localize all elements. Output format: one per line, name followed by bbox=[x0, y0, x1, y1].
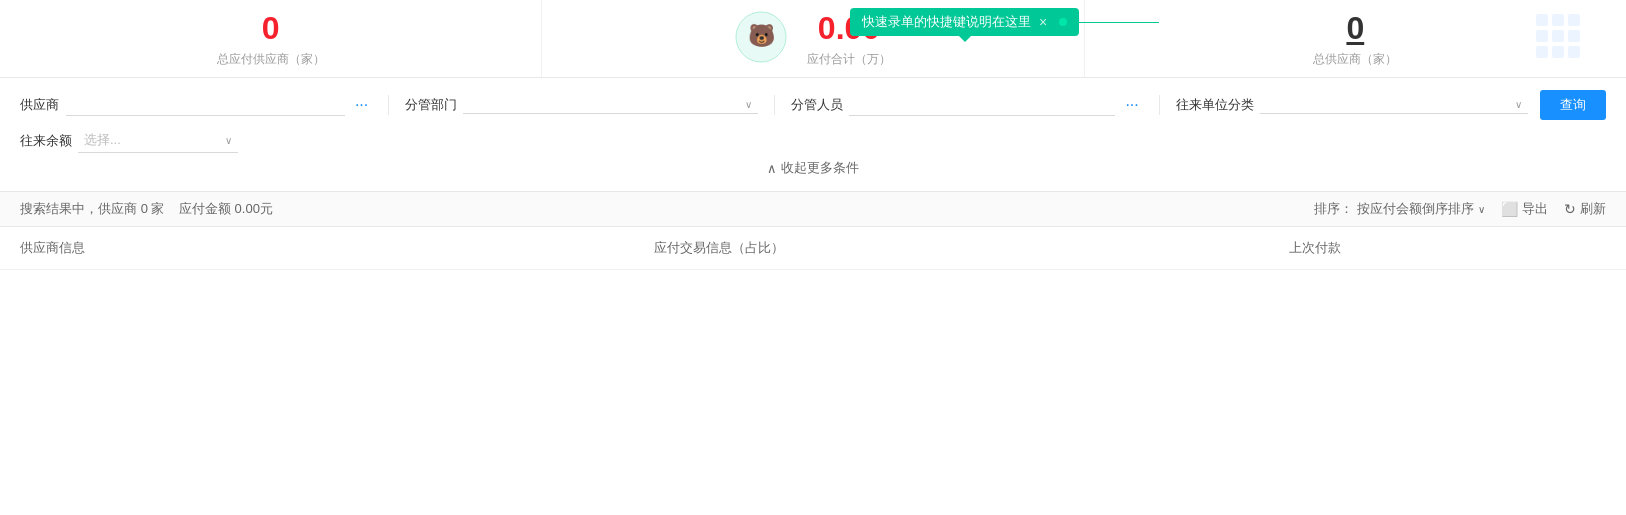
svg-rect-10 bbox=[1568, 46, 1580, 58]
svg-rect-5 bbox=[1536, 30, 1548, 42]
stat-total-suppliers-number: 0 bbox=[1346, 9, 1364, 47]
svg-rect-4 bbox=[1568, 14, 1580, 26]
stat-total-suppliers-label: 总供应商（家） bbox=[1313, 51, 1397, 68]
filter-row-2: 往来余额 选择... ∨ bbox=[20, 128, 1606, 153]
balance-arrow: ∨ bbox=[225, 135, 232, 146]
table-col-last-payment: 上次付款 bbox=[1289, 239, 1606, 257]
table-col-transaction-info: 应付交易信息（占比） bbox=[654, 239, 1288, 257]
stat-payable-label: 总应付供应商（家） bbox=[217, 51, 325, 68]
refresh-icon: ↻ bbox=[1564, 201, 1576, 217]
collapse-icon: ∧ bbox=[767, 161, 777, 176]
table-col-supplier-info: 供应商信息 bbox=[20, 239, 654, 257]
filter-balance: 往来余额 选择... ∨ bbox=[20, 128, 238, 153]
tooltip-line bbox=[1079, 22, 1159, 23]
manager-dots-button[interactable]: ··· bbox=[1121, 96, 1142, 114]
results-supplier-count: 0 bbox=[141, 201, 148, 216]
results-prefix: 搜索结果中，供应商 bbox=[20, 201, 137, 216]
tooltip-close-button[interactable]: × bbox=[1039, 14, 1047, 30]
results-bar: 搜索结果中，供应商 0 家 应付金额 0.00元 排序： 按应付会额倒序排序 ∨… bbox=[0, 192, 1626, 227]
divider-3 bbox=[1159, 95, 1160, 115]
gem-icon: 🐻 bbox=[735, 11, 787, 66]
stat-total-suppliers: 0 总供应商（家） bbox=[1085, 0, 1626, 77]
sort-value: 按应付会额倒序排序 bbox=[1357, 200, 1474, 218]
divider-2 bbox=[774, 95, 775, 115]
balance-select[interactable]: 选择... ∨ bbox=[78, 128, 238, 153]
unit-category-select[interactable]: ∨ bbox=[1260, 96, 1528, 114]
svg-rect-6 bbox=[1552, 30, 1564, 42]
tooltip-dot bbox=[1059, 18, 1067, 26]
results-actions: 排序： 按应付会额倒序排序 ∨ ⬜ 导出 ↻ 刷新 bbox=[1314, 200, 1606, 218]
export-button[interactable]: ⬜ 导出 bbox=[1501, 200, 1548, 218]
stat-total-payable: 0 总应付供应商（家） bbox=[0, 0, 542, 77]
filter-supplier: 供应商 ··· bbox=[20, 94, 372, 116]
sort-arrow: ∨ bbox=[1478, 204, 1485, 215]
export-icon: ⬜ bbox=[1501, 201, 1518, 217]
balance-label: 往来余额 bbox=[20, 132, 72, 150]
sort-label: 排序： bbox=[1314, 200, 1353, 218]
filter-manager: 分管人员 ··· bbox=[791, 94, 1143, 116]
manager-label: 分管人员 bbox=[791, 96, 843, 114]
svg-rect-7 bbox=[1568, 30, 1580, 42]
filter-row-1: 供应商 ··· 分管部门 ∨ 分管人员 ··· 往来单位分类 ∨ bbox=[20, 90, 1606, 120]
svg-rect-2 bbox=[1536, 14, 1548, 26]
unit-category-label: 往来单位分类 bbox=[1176, 96, 1254, 114]
department-label: 分管部门 bbox=[405, 96, 457, 114]
filter-area: 供应商 ··· 分管部门 ∨ 分管人员 ··· 往来单位分类 ∨ bbox=[0, 78, 1626, 192]
svg-text:🐻: 🐻 bbox=[747, 22, 775, 49]
query-button[interactable]: 查询 bbox=[1540, 90, 1606, 120]
stats-bar: 0 总应付供应商（家） 🐻 0.00 应付合计（万） 快速录单的快捷键说明在这里… bbox=[0, 0, 1626, 78]
filter-unit-category: 往来单位分类 ∨ bbox=[1176, 96, 1528, 114]
supplier-label: 供应商 bbox=[20, 96, 60, 114]
supplier-dots-button[interactable]: ··· bbox=[351, 96, 372, 114]
table-body bbox=[0, 270, 1626, 515]
department-select[interactable]: ∨ bbox=[463, 96, 757, 114]
results-suffix: 家 bbox=[151, 201, 164, 216]
filter-department: 分管部门 ∨ bbox=[405, 96, 757, 114]
results-amount-label: 应付金额 bbox=[179, 201, 231, 216]
refresh-button[interactable]: ↻ 刷新 bbox=[1564, 200, 1606, 218]
stat-payable-total-label: 应付合计（万） bbox=[807, 51, 891, 68]
collapse-text: 收起更多条件 bbox=[781, 159, 859, 177]
collapse-area: ∧ 收起更多条件 bbox=[20, 159, 1606, 177]
refresh-label: 刷新 bbox=[1580, 200, 1606, 218]
svg-rect-3 bbox=[1552, 14, 1564, 26]
shortcut-tooltip: 快速录单的快捷键说明在这里 × bbox=[850, 8, 1079, 36]
table-header: 供应商信息 应付交易信息（占比） 上次付款 bbox=[0, 227, 1626, 270]
sort-select[interactable]: 排序： 按应付会额倒序排序 ∨ bbox=[1314, 200, 1485, 218]
unit-category-arrow: ∨ bbox=[1515, 99, 1522, 110]
results-info: 搜索结果中，供应商 0 家 应付金额 0.00元 bbox=[20, 200, 273, 218]
export-label: 导出 bbox=[1522, 200, 1548, 218]
balance-placeholder: 选择... bbox=[84, 131, 121, 149]
supplier-input[interactable] bbox=[66, 94, 345, 116]
svg-rect-8 bbox=[1536, 46, 1548, 58]
divider-1 bbox=[388, 95, 389, 115]
stat-payable-number: 0 bbox=[262, 9, 280, 47]
results-amount-value: 0.00元 bbox=[235, 201, 273, 216]
svg-rect-9 bbox=[1552, 46, 1564, 58]
manager-input[interactable] bbox=[849, 94, 1116, 116]
grid-bg-icon bbox=[1536, 14, 1596, 67]
tooltip-text: 快速录单的快捷键说明在这里 bbox=[862, 13, 1031, 31]
collapse-button[interactable]: ∧ 收起更多条件 bbox=[20, 159, 1606, 177]
department-arrow: ∨ bbox=[745, 99, 752, 110]
